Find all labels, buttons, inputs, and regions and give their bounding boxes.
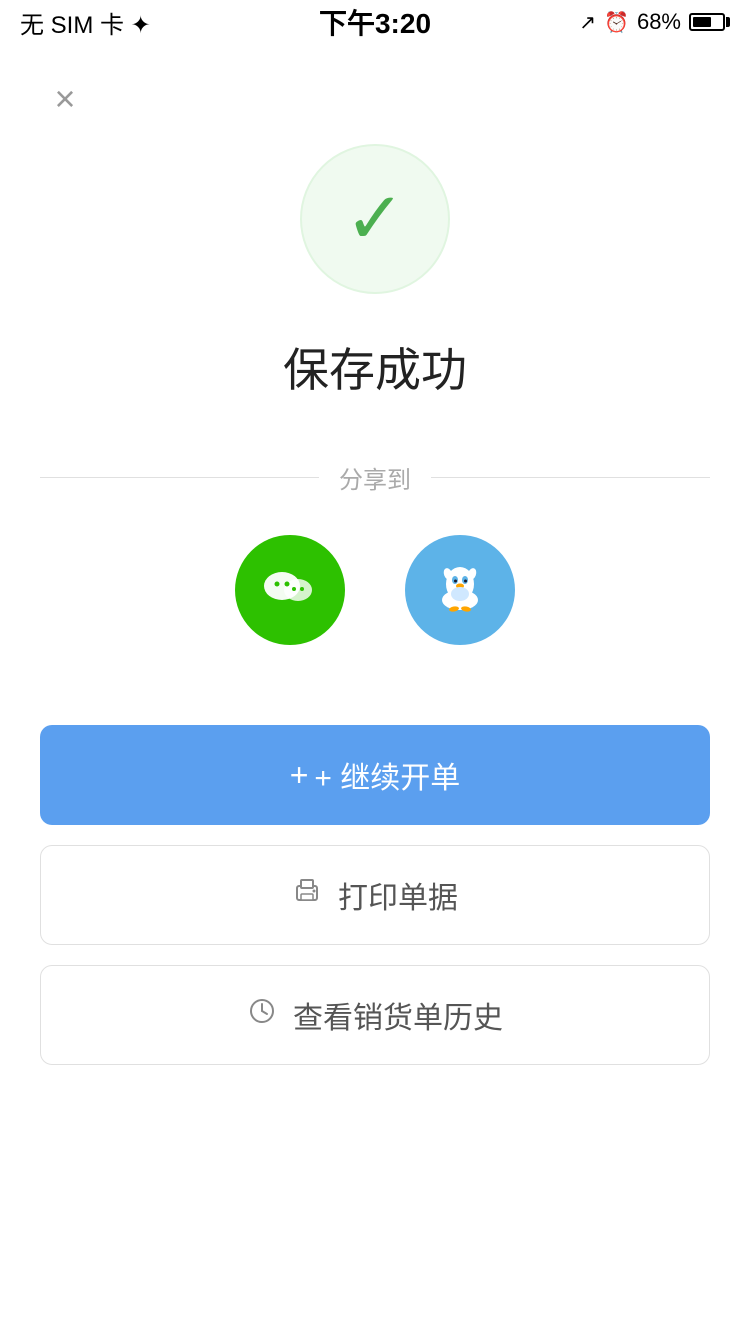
status-bar: 无 SIM 卡 ✦ 下午3:20 ↗ ⏰ 68% xyxy=(0,0,750,44)
history-label: 查看销货单历史 xyxy=(293,993,503,1037)
status-right: ↗ ⏰ 68% xyxy=(579,9,730,35)
status-time: 下午3:20 xyxy=(319,2,431,42)
clock-icon xyxy=(247,996,277,1034)
print-label: 打印单据 xyxy=(338,873,458,917)
divider-right xyxy=(431,477,710,478)
status-left: 无 SIM 卡 ✦ xyxy=(20,5,151,40)
share-divider: 分享到 xyxy=(40,460,710,495)
continue-button[interactable]: + + 继续开单 xyxy=(40,725,710,825)
print-button[interactable]: 打印单据 xyxy=(40,845,710,945)
continue-label: + 继续开单 xyxy=(314,753,460,797)
divider-left xyxy=(40,477,319,478)
qq-icon xyxy=(428,556,492,625)
printer-icon xyxy=(292,876,322,914)
success-title: 保存成功 xyxy=(283,334,467,400)
success-circle: ✓ xyxy=(300,144,450,294)
sim-status: 无 SIM 卡 ✦ xyxy=(20,5,151,40)
actions: + + 继续开单 打印单据 查看销货单 xyxy=(40,725,710,1065)
history-button[interactable]: 查看销货单历史 xyxy=(40,965,710,1065)
share-label: 分享到 xyxy=(339,460,411,495)
qq-share-button[interactable] xyxy=(405,535,515,645)
wechat-share-button[interactable] xyxy=(235,535,345,645)
share-section: 分享到 xyxy=(40,460,710,645)
share-icons xyxy=(235,535,515,645)
plus-icon: + xyxy=(290,757,309,794)
wechat-icon xyxy=(258,556,322,625)
battery-icon xyxy=(689,13,730,31)
alarm-icon: ⏰ xyxy=(604,10,629,35)
battery-percent: 68% xyxy=(637,9,681,35)
close-button[interactable]: × xyxy=(40,74,90,124)
main-content: × ✓ 保存成功 分享到 xyxy=(0,44,750,1334)
close-icon: × xyxy=(54,81,75,117)
location-icon: ↗ xyxy=(579,10,596,35)
checkmark-icon: ✓ xyxy=(345,183,405,255)
